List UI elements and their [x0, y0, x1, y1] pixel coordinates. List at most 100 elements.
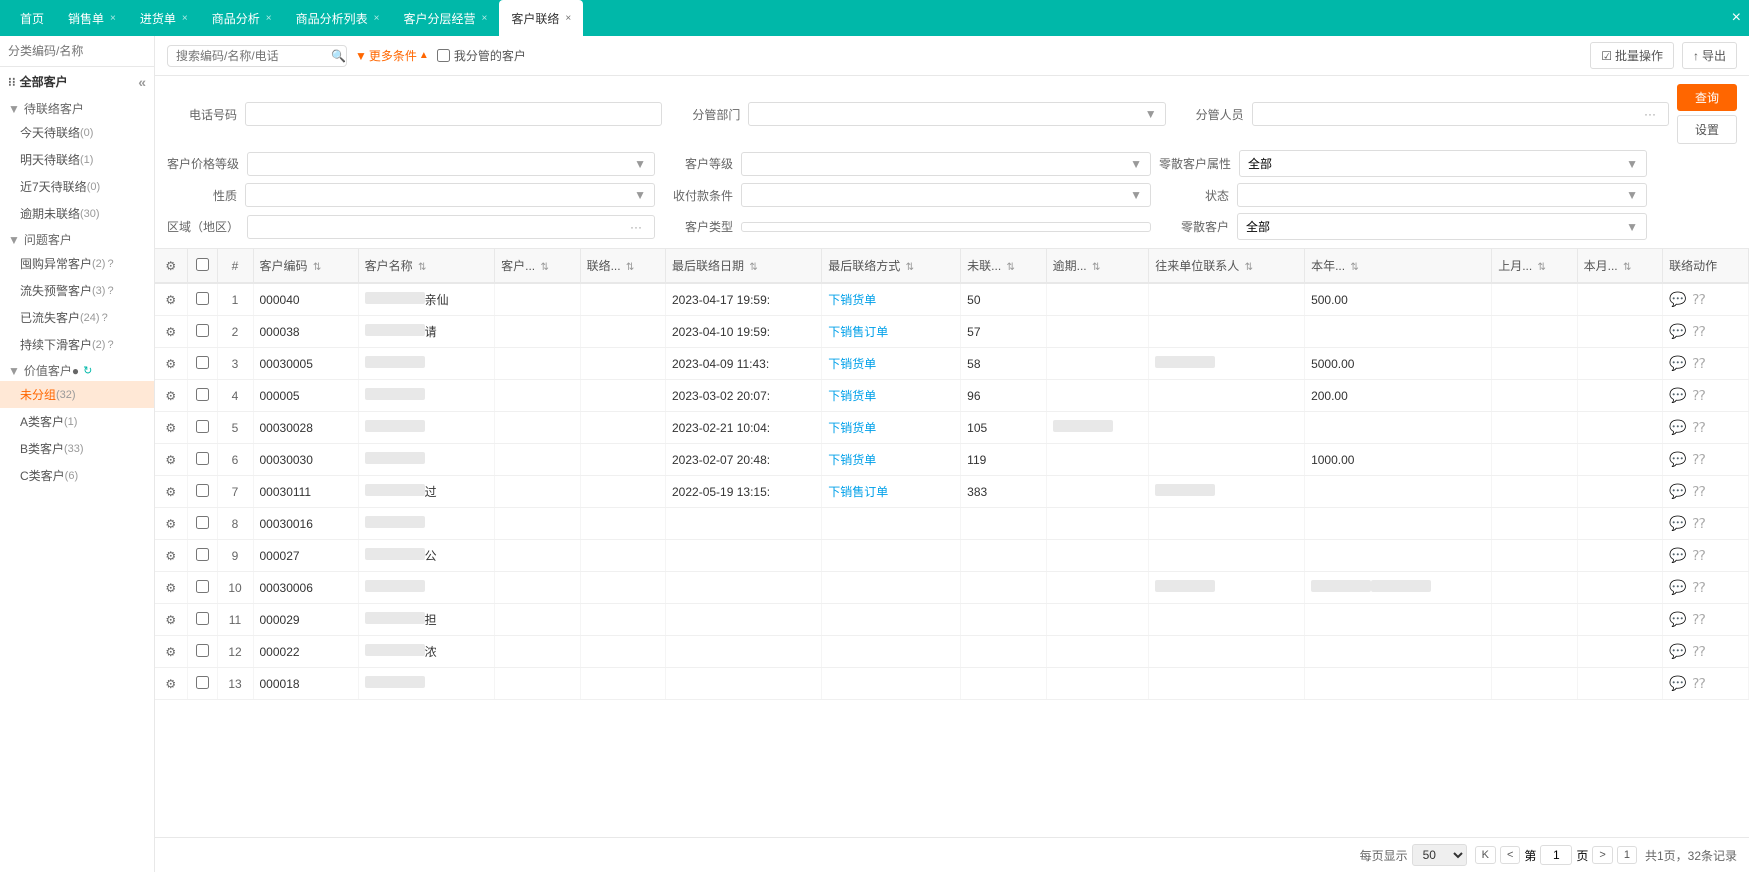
page-number-input[interactable] — [1540, 845, 1572, 865]
status-select[interactable]: ▼ — [1237, 183, 1647, 207]
more-action-icon[interactable]: ⁇ — [1693, 419, 1706, 436]
more-action-icon[interactable]: ⁇ — [1693, 451, 1706, 468]
row-gear[interactable]: ⚙ — [155, 316, 187, 348]
contact-action-icon[interactable]: 💬 — [1669, 643, 1686, 660]
type-column-header[interactable]: 客户... ⇅ — [495, 249, 580, 283]
row-gear[interactable]: ⚙ — [155, 572, 187, 604]
more-action-icon[interactable]: ⁇ — [1693, 675, 1706, 692]
sidebar-item-churn-warning[interactable]: 流失预警客户 (3) ? — [0, 277, 154, 304]
price-level-select[interactable]: ▼ — [247, 152, 655, 176]
more-action-icon[interactable]: ⁇ — [1693, 643, 1706, 660]
search-input[interactable] — [176, 49, 331, 63]
customer-level-select[interactable]: ▼ — [741, 152, 1151, 176]
row-gear[interactable]: ⚙ — [155, 412, 187, 444]
contact-action-icon[interactable]: 💬 — [1669, 675, 1686, 692]
contact-action-icon[interactable]: 💬 — [1669, 483, 1686, 500]
contact-action-icon[interactable]: 💬 — [1669, 451, 1686, 468]
sidebar-item-ungroup[interactable]: 未分组 (32) — [0, 381, 154, 408]
my-customers-check[interactable] — [437, 49, 450, 62]
row-gear[interactable]: ⚙ — [155, 444, 187, 476]
help-icon2[interactable]: ? — [107, 285, 113, 297]
more-action-icon[interactable]: ⁇ — [1693, 515, 1706, 532]
row-gear[interactable]: ⚙ — [155, 380, 187, 412]
close-analysis-tab[interactable]: × — [266, 13, 272, 24]
last-method-link[interactable]: 下销货单 — [828, 421, 876, 435]
row-gear[interactable]: ⚙ — [155, 540, 187, 572]
sidebar-item-overdue[interactable]: 逾期未联络 (30) — [0, 200, 154, 227]
more-action-icon[interactable]: ⁇ — [1693, 611, 1706, 628]
close-segment-tab[interactable]: × — [481, 13, 487, 24]
sidebar-item-tomorrow[interactable]: 明天待联络 (1) — [0, 146, 154, 173]
contact-action-icon[interactable]: 💬 — [1669, 419, 1686, 436]
code-column-header[interactable]: 客户编码 ⇅ — [253, 249, 358, 283]
sidebar-item-today[interactable]: 今天待联络 (0) — [0, 119, 154, 146]
more-action-icon[interactable]: ⁇ — [1693, 323, 1706, 340]
name-column-header[interactable]: 客户名称 ⇅ — [358, 249, 494, 283]
more-action-icon[interactable]: ⁇ — [1693, 355, 1706, 372]
next-page-button[interactable]: > — [1592, 846, 1612, 864]
row-checkbox[interactable] — [196, 580, 209, 593]
this-month-column-header[interactable]: 本月... ⇅ — [1577, 249, 1662, 283]
contact-action-icon[interactable]: 💬 — [1669, 387, 1686, 404]
nature-select[interactable]: ▼ — [245, 183, 655, 207]
row-gear[interactable]: ⚙ — [155, 668, 187, 700]
customer-type-select[interactable] — [741, 222, 1151, 232]
row-checkbox[interactable] — [196, 420, 209, 433]
last-method-link[interactable]: 下销售订单 — [828, 485, 888, 499]
row-gear[interactable]: ⚙ — [155, 348, 187, 380]
last-method-link[interactable]: 下销售订单 — [828, 325, 888, 339]
manager-select[interactable]: ··· — [1252, 102, 1669, 126]
region-select[interactable]: ··· — [247, 215, 655, 239]
row-gear[interactable]: ⚙ — [155, 508, 187, 540]
row-checkbox[interactable] — [196, 644, 209, 657]
last-page-button[interactable]: 1 — [1617, 846, 1637, 864]
select-all-checkbox[interactable] — [196, 258, 209, 271]
not-contacted-column-header[interactable]: 未联... ⇅ — [961, 249, 1046, 283]
row-checkbox[interactable] — [196, 516, 209, 529]
row-checkbox[interactable] — [196, 484, 209, 497]
reset-button[interactable]: 设置 — [1677, 115, 1737, 144]
phone-input[interactable] — [245, 102, 662, 126]
sidebar-item-churned[interactable]: 已流失客户 (24) ? — [0, 304, 154, 331]
my-customers-checkbox[interactable]: 我分管的客户 — [437, 47, 526, 64]
collapse-icon[interactable]: « — [138, 74, 146, 90]
contact-action-icon[interactable]: 💬 — [1669, 611, 1686, 628]
close-purchase-tab[interactable]: × — [182, 13, 188, 24]
sidebar-search-input[interactable] — [8, 44, 155, 58]
first-page-button[interactable]: K — [1475, 846, 1496, 864]
scatter-attr-select[interactable]: 全部 ▼ — [1239, 150, 1647, 177]
export-button[interactable]: ↑ 导出 — [1682, 42, 1737, 69]
nav-tab-purchase[interactable]: 进货单 × — [128, 0, 200, 36]
nav-tab-customer-contact[interactable]: 客户联络 × — [499, 0, 583, 36]
close-window-button[interactable]: × — [1732, 9, 1741, 27]
row-checkbox[interactable] — [196, 548, 209, 561]
close-contact-tab[interactable]: × — [565, 13, 571, 24]
batch-operation-button[interactable]: ☑ 批量操作 — [1590, 42, 1674, 69]
last-month-column-header[interactable]: 上月... ⇅ — [1492, 249, 1577, 283]
help-icon4[interactable]: ? — [107, 339, 113, 351]
sidebar-item-class-c[interactable]: C类客户 (6) — [0, 462, 154, 489]
last-date-column-header[interactable]: 最后联络日期 ⇅ — [666, 249, 822, 283]
sidebar-item-declining[interactable]: 持续下滑客户 (2) ? — [0, 331, 154, 358]
row-checkbox[interactable] — [196, 356, 209, 369]
search-icon[interactable]: 🔍 — [331, 49, 346, 63]
all-customers-header[interactable]: ⁝⁝ 全部客户 « — [0, 67, 154, 96]
help-icon3[interactable]: ? — [102, 312, 108, 324]
close-analysis-list-tab[interactable]: × — [374, 13, 380, 24]
close-sales-tab[interactable]: × — [110, 13, 116, 24]
this-year-column-header[interactable]: 本年... ⇅ — [1305, 249, 1492, 283]
more-conditions-button[interactable]: ▼ 更多条件 ▲ — [355, 47, 429, 64]
more-action-icon[interactable]: ⁇ — [1693, 579, 1706, 596]
contact-action-icon[interactable]: 💬 — [1669, 323, 1686, 340]
contact-action-icon[interactable]: 💬 — [1669, 355, 1686, 372]
sidebar-item-class-a[interactable]: A类客户 (1) — [0, 408, 154, 435]
more-action-icon[interactable]: ⁇ — [1693, 291, 1706, 308]
row-gear[interactable]: ⚙ — [155, 283, 187, 316]
search-box[interactable]: 🔍 — [167, 45, 347, 67]
payment-select[interactable]: ▼ — [741, 183, 1151, 207]
row-checkbox[interactable] — [196, 388, 209, 401]
region-dots[interactable]: ··· — [626, 220, 646, 234]
contact-action-icon[interactable]: 💬 — [1669, 515, 1686, 532]
page-size-select[interactable]: 50 20 100 — [1412, 844, 1467, 866]
contact-action-icon[interactable]: 💬 — [1669, 579, 1686, 596]
